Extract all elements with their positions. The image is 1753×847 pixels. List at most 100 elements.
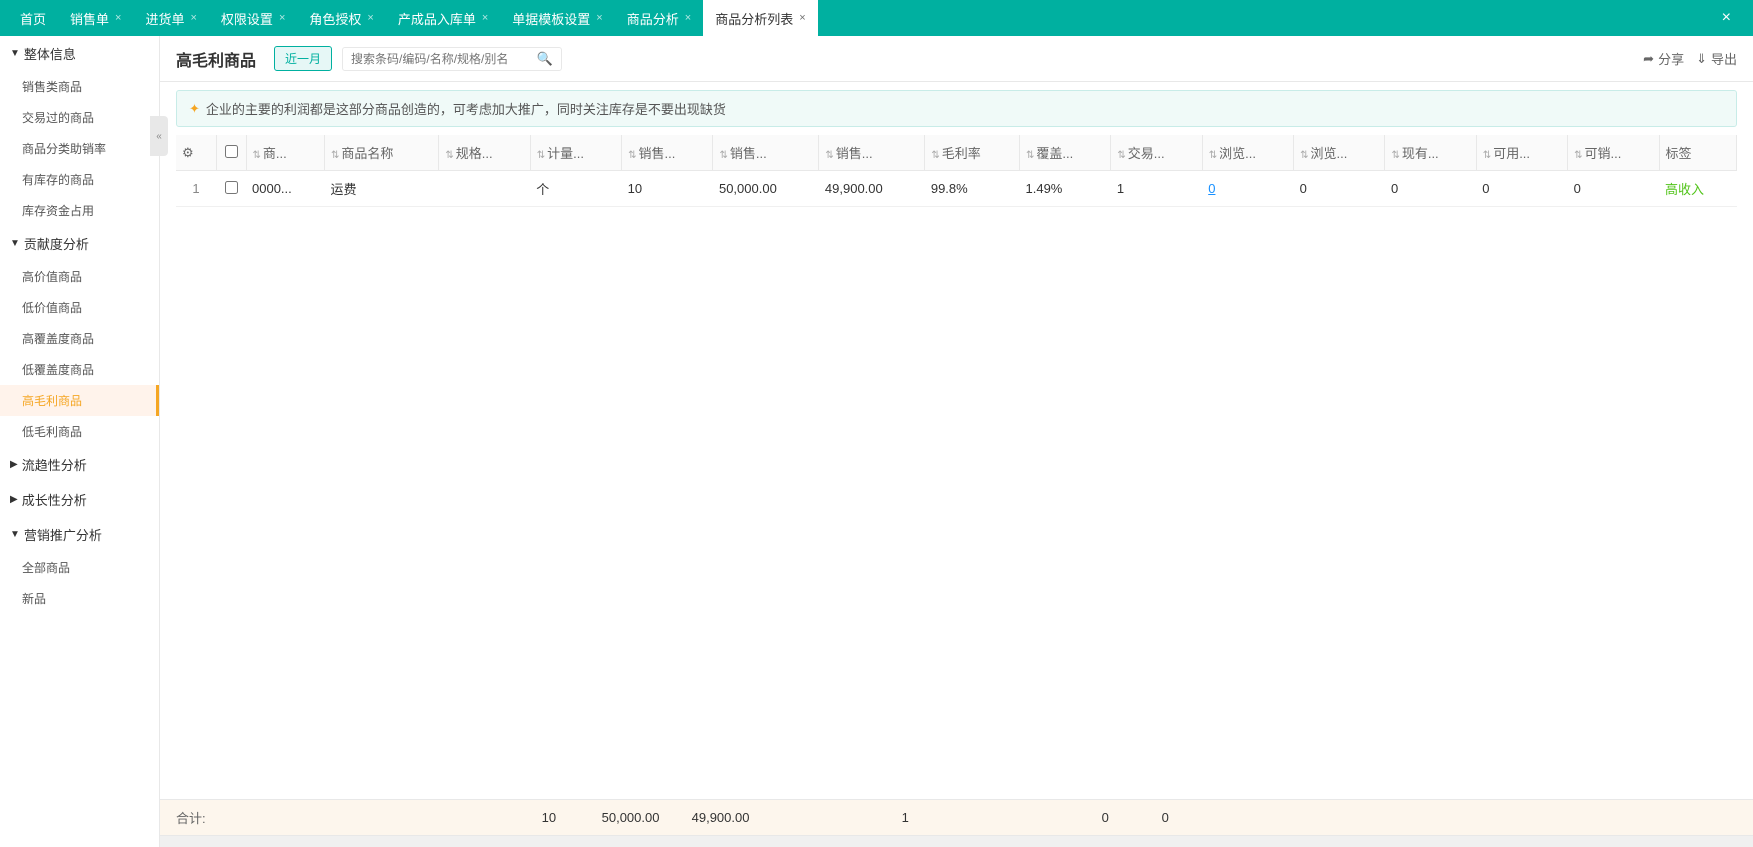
row-transaction: 1 bbox=[1111, 171, 1202, 207]
th-col-8[interactable]: ⇅覆盖... bbox=[1020, 135, 1111, 171]
sort-icon: ⇅ bbox=[719, 150, 727, 161]
sidebar-item-全部商品[interactable]: 全部商品 bbox=[0, 552, 159, 583]
th-checkbox[interactable] bbox=[216, 135, 246, 171]
sidebar-item-高毛利商品[interactable]: 高毛利商品 bbox=[0, 385, 159, 416]
row-coverage: 1.49% bbox=[1020, 171, 1111, 207]
th-col-6[interactable]: ⇅销售... bbox=[819, 135, 925, 171]
row-browse1[interactable]: 0 bbox=[1202, 171, 1293, 207]
footer-available: 0 bbox=[1156, 810, 1216, 825]
row-current: 0 bbox=[1385, 171, 1476, 207]
share-button[interactable]: ➦ 分享 bbox=[1643, 49, 1684, 68]
sidebar-item-低价值商品[interactable]: 低价值商品 bbox=[0, 292, 159, 323]
th-col-7[interactable]: ⇅毛利率 bbox=[925, 135, 1020, 171]
export-button[interactable]: ⇓ 导出 bbox=[1696, 49, 1737, 68]
nav-close-icon[interactable]: × bbox=[115, 12, 121, 24]
sidebar-item-新品[interactable]: 新品 bbox=[0, 583, 159, 614]
sort-icon: ⇅ bbox=[1483, 150, 1491, 161]
sort-icon: ⇅ bbox=[1300, 150, 1308, 161]
section-arrow-icon: ▼ bbox=[10, 529, 20, 540]
th-col-12[interactable]: ⇅现有... bbox=[1385, 135, 1476, 171]
sidebar-item-销售类商品[interactable]: 销售类商品 bbox=[0, 71, 159, 102]
row-unit: 个 bbox=[530, 171, 621, 207]
th-col-11[interactable]: ⇅浏览... bbox=[1294, 135, 1385, 171]
nav-close-icon[interactable]: × bbox=[279, 12, 285, 24]
search-input[interactable] bbox=[351, 52, 537, 66]
th-col-0[interactable]: ⇅商... bbox=[246, 135, 325, 171]
sidebar-section-整体信息[interactable]: ▼整体信息 bbox=[0, 36, 159, 71]
section-arrow-icon: ▼ bbox=[10, 238, 20, 249]
sort-icon: ⇅ bbox=[1209, 150, 1217, 161]
nav-item-权限设置[interactable]: 权限设置× bbox=[209, 0, 297, 36]
sidebar-item-高覆盖度商品[interactable]: 高覆盖度商品 bbox=[0, 323, 159, 354]
info-bar: ✦ 企业的主要的利润都是这部分商品创造的，可考虑加大推广，同时关注库存是不要出现… bbox=[176, 90, 1737, 127]
nav-close-icon[interactable]: × bbox=[367, 12, 373, 24]
sidebar-item-高价值商品[interactable]: 高价值商品 bbox=[0, 261, 159, 292]
sidebar-item-低毛利商品[interactable]: 低毛利商品 bbox=[0, 416, 159, 447]
nav-item-产成品入库单[interactable]: 产成品入库单× bbox=[386, 0, 500, 36]
sidebar-item-低覆盖度商品[interactable]: 低覆盖度商品 bbox=[0, 354, 159, 385]
th-col-15: 标签 bbox=[1659, 135, 1736, 171]
search-box: 🔍 bbox=[342, 47, 562, 71]
nav-close-icon[interactable]: × bbox=[482, 12, 488, 24]
sort-icon: ⇅ bbox=[931, 150, 939, 161]
sort-icon: ⇅ bbox=[825, 150, 833, 161]
content-area: 高毛利商品 近一月 🔍 ➦ 分享 ⇓ 导出 ✦ 企业的主要的利润都是这部分商品创… bbox=[160, 36, 1753, 847]
nav-close-icon[interactable]: × bbox=[799, 12, 805, 24]
sort-icon: ⇅ bbox=[1391, 150, 1399, 161]
th-col-9[interactable]: ⇅交易... bbox=[1111, 135, 1202, 171]
sidebar-item-库存资金占用[interactable]: 库存资金占用 bbox=[0, 195, 159, 226]
filter-recent-month-button[interactable]: 近一月 bbox=[274, 46, 332, 71]
select-all-checkbox[interactable] bbox=[225, 145, 238, 158]
nav-item-商品分析[interactable]: 商品分析× bbox=[615, 0, 703, 36]
th-col-14[interactable]: ⇅可销... bbox=[1568, 135, 1659, 171]
row-checkbox[interactable] bbox=[216, 171, 246, 207]
row-available: 0 bbox=[1476, 171, 1567, 207]
search-icon[interactable]: 🔍 bbox=[537, 51, 553, 67]
footer-current: 0 bbox=[1096, 810, 1156, 825]
footer-sales2: 50,000.00 bbox=[596, 810, 686, 825]
row-num: 1 bbox=[176, 171, 216, 207]
nav-close-icon[interactable]: × bbox=[190, 12, 196, 24]
table-wrapper: ⚙ ⇅商...⇅商品名称⇅规格...⇅计量...⇅销售...⇅销售...⇅销售.… bbox=[160, 135, 1753, 799]
th-col-13[interactable]: ⇅可用... bbox=[1476, 135, 1567, 171]
th-col-1[interactable]: ⇅商品名称 bbox=[325, 135, 439, 171]
nav-item-销售单[interactable]: 销售单× bbox=[58, 0, 133, 36]
sidebar-section-贡献度分析[interactable]: ▼贡献度分析 bbox=[0, 226, 159, 261]
th-col-2[interactable]: ⇅规格... bbox=[439, 135, 530, 171]
sidebar-section-成长性分析[interactable]: ▶成长性分析 bbox=[0, 482, 159, 517]
page-title: 高毛利商品 bbox=[176, 47, 256, 71]
sidebar-item-有库存的商品[interactable]: 有库存的商品 bbox=[0, 164, 159, 195]
row-browse2: 0 bbox=[1294, 171, 1385, 207]
nav-item-角色授权[interactable]: 角色授权× bbox=[297, 0, 385, 36]
horizontal-scrollbar[interactable] bbox=[160, 835, 1753, 847]
sort-icon: ⇅ bbox=[1026, 150, 1034, 161]
row-sales1: 10 bbox=[622, 171, 713, 207]
sidebar-section-流趋性分析[interactable]: ▶流趋性分析 bbox=[0, 447, 159, 482]
footer-bar: 合计: 10 50,000.00 49,900.00 1 0 0 bbox=[160, 799, 1753, 835]
th-col-3[interactable]: ⇅计量... bbox=[530, 135, 621, 171]
top-navigation: 首页销售单×进货单×权限设置×角色授权×产成品入库单×单据模板设置×商品分析×商… bbox=[0, 0, 1753, 36]
sidebar-item-交易过的商品[interactable]: 交易过的商品 bbox=[0, 102, 159, 133]
nav-close-icon[interactable]: × bbox=[596, 12, 602, 24]
section-arrow-icon: ▼ bbox=[10, 48, 20, 59]
footer-transaction: 1 bbox=[896, 810, 976, 825]
sidebar-collapse-button[interactable]: « bbox=[150, 116, 168, 156]
th-settings[interactable]: ⚙ bbox=[176, 135, 216, 171]
nav-item-首页[interactable]: 首页 bbox=[8, 0, 58, 36]
th-col-4[interactable]: ⇅销售... bbox=[622, 135, 713, 171]
nav-close-icon[interactable]: × bbox=[685, 12, 691, 24]
row-sales3: 49,900.00 bbox=[819, 171, 925, 207]
sort-icon: ⇅ bbox=[331, 150, 339, 161]
row-tag: 高收入 bbox=[1659, 171, 1736, 207]
sidebar: ▼整体信息销售类商品交易过的商品商品分类助销率有库存的商品库存资金占用▼贡献度分… bbox=[0, 36, 160, 847]
th-col-5[interactable]: ⇅销售... bbox=[713, 135, 819, 171]
nav-item-商品分析列表[interactable]: 商品分析列表× bbox=[703, 0, 817, 36]
window-close-button[interactable]: × bbox=[1708, 9, 1745, 27]
nav-item-单据模板设置[interactable]: 单据模板设置× bbox=[500, 0, 614, 36]
th-col-10[interactable]: ⇅浏览... bbox=[1202, 135, 1293, 171]
sidebar-item-商品分类助销率[interactable]: 商品分类助销率 bbox=[0, 133, 159, 164]
row-sales2: 50,000.00 bbox=[713, 171, 819, 207]
nav-item-进货单[interactable]: 进货单× bbox=[133, 0, 208, 36]
sidebar-section-营销推广分析[interactable]: ▼营销推广分析 bbox=[0, 517, 159, 552]
section-arrow-icon: ▶ bbox=[10, 459, 18, 470]
